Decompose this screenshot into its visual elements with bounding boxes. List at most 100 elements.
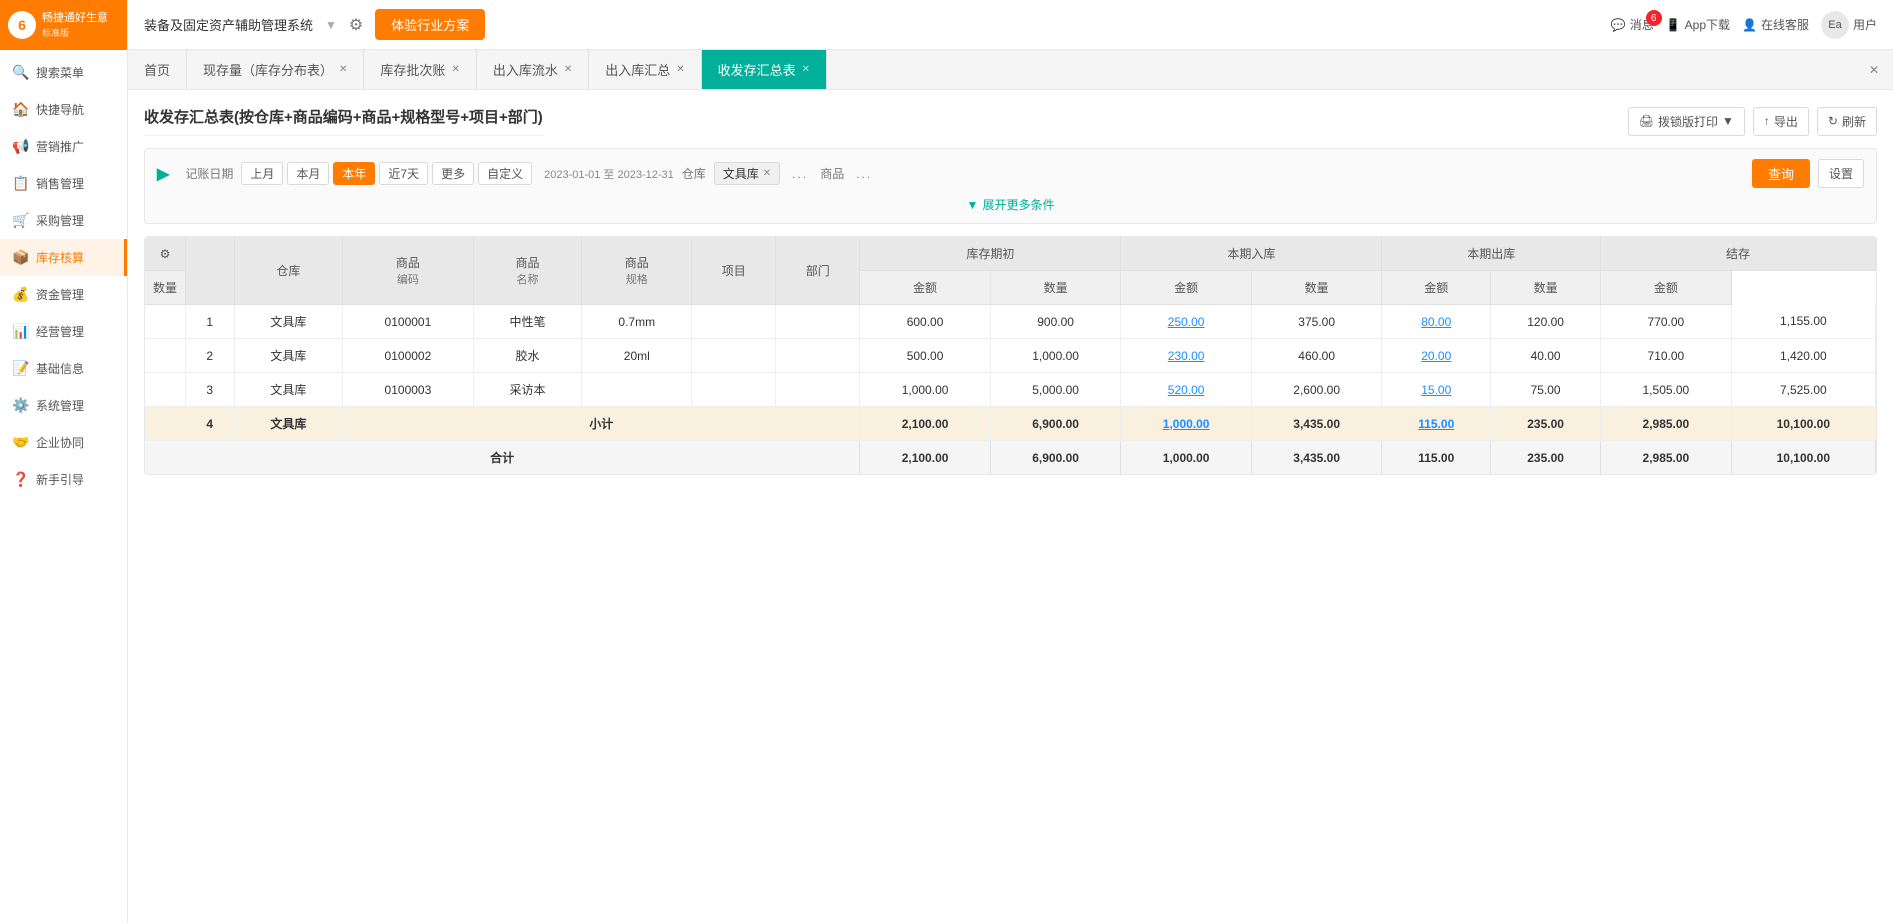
- row-name-cell: 胶水: [473, 339, 582, 373]
- sidebar-item-basic[interactable]: 📝基础信息: [0, 350, 127, 387]
- tab-batch-close-icon[interactable]: ✕: [451, 64, 459, 75]
- system-name: 装备及固定资产辅助管理系统: [144, 15, 313, 34]
- date-btn-custom[interactable]: 自定义: [478, 162, 532, 185]
- date-buttons: 上月 本月 本年 近7天 更多 自定义: [241, 162, 532, 185]
- warehouse-more-icon[interactable]: ...: [792, 167, 808, 181]
- tab-stock-dist[interactable]: 现存量（库存分布表） ✕: [187, 50, 364, 89]
- sidebar-item-enterprise[interactable]: 🤝企业协同: [0, 424, 127, 461]
- tab-inout-summary[interactable]: 出入库汇总 ✕: [589, 50, 701, 89]
- tab-stock-dist-close-icon[interactable]: ✕: [339, 64, 347, 75]
- tab-inout-flow-close-icon[interactable]: ✕: [564, 64, 572, 75]
- sidebar-item-system[interactable]: ⚙️系统管理: [0, 387, 127, 424]
- tab-inout-summary-close-icon[interactable]: ✕: [676, 64, 684, 75]
- goods-more-icon[interactable]: ...: [856, 167, 872, 181]
- row-out-qty-cell[interactable]: 15.00: [1382, 373, 1491, 407]
- tab-stock-summary[interactable]: 收发存汇总表 ✕: [702, 50, 827, 89]
- sidebar-item-search[interactable]: 🔍搜索菜单: [0, 54, 127, 91]
- row-in-qty-cell[interactable]: 230.00: [1121, 339, 1252, 373]
- tab-home[interactable]: 首页: [128, 50, 187, 89]
- sidebar-item-sales[interactable]: 📋销售管理: [0, 165, 127, 202]
- user-button[interactable]: Ea 用户: [1821, 11, 1877, 39]
- settings-button[interactable]: 设置: [1818, 159, 1864, 188]
- message-button[interactable]: 💬 消息 6: [1611, 16, 1654, 33]
- date-btn-this-year[interactable]: 本年: [333, 162, 375, 185]
- sidebar-item-finance[interactable]: 💰资金管理: [0, 276, 127, 313]
- refresh-button[interactable]: ↻ 刷新: [1817, 107, 1877, 136]
- tab-home-label: 首页: [144, 60, 170, 79]
- row-code-cell: 0100001: [343, 305, 474, 339]
- total-bal-qty: 2,985.00: [1601, 441, 1732, 475]
- print-dropdown-icon[interactable]: ▼: [1722, 114, 1734, 128]
- subtotal-init-amt-cell: 6,900.00: [990, 407, 1121, 441]
- query-button[interactable]: 查询: [1752, 159, 1810, 188]
- row-warehouse-cell: 文具库: [234, 339, 343, 373]
- warehouse-tag-close-icon[interactable]: ✕: [763, 168, 771, 179]
- row-settings-cell[interactable]: [145, 339, 186, 373]
- date-filter-label: 记账日期: [185, 165, 233, 182]
- row-out-amt-cell: 40.00: [1491, 339, 1601, 373]
- subtotal-init-qty-cell: 2,100.00: [860, 407, 991, 441]
- col-settings-header[interactable]: ⚙: [145, 237, 186, 271]
- close-all-tabs-button[interactable]: ✕: [1855, 53, 1893, 87]
- sidebar-item-label-inventory: 库存核算: [36, 249, 84, 266]
- date-btn-last-month[interactable]: 上月: [241, 162, 283, 185]
- col-init-amt-header: 金额: [860, 271, 991, 305]
- subtotal-bal-qty-cell: 2,985.00: [1601, 407, 1732, 441]
- row-project-cell: [692, 339, 776, 373]
- expand-more-conditions-button[interactable]: ▼ 展开更多条件: [967, 196, 1055, 213]
- subtotal-out-qty-cell[interactable]: 115.00: [1382, 407, 1491, 441]
- col-project-header: 项目: [692, 237, 776, 305]
- sidebar-item-marketing[interactable]: 📢营销推广: [0, 128, 127, 165]
- sidebar-nav: 🔍搜索菜单🏠快捷导航📢营销推广📋销售管理🛒采购管理📦库存核算💰资金管理📊经营管理…: [0, 50, 127, 923]
- trial-button[interactable]: 体验行业方案: [375, 9, 485, 40]
- row-in-amt-cell: 375.00: [1251, 305, 1382, 339]
- sidebar-item-guide[interactable]: ❓新手引导: [0, 461, 127, 498]
- col-in-amt-header: 金额: [1121, 271, 1252, 305]
- row-out-qty-cell[interactable]: 20.00: [1382, 339, 1491, 373]
- subtotal-num-cell: 4: [186, 407, 235, 441]
- date-btn-7days[interactable]: 近7天: [379, 162, 428, 185]
- sidebar-item-purchase[interactable]: 🛒采购管理: [0, 202, 127, 239]
- col-out-qty-header: 数量: [1251, 271, 1382, 305]
- col-bal-amt-header: 金额: [1601, 271, 1732, 305]
- filter-expand-arrow[interactable]: ▶: [157, 164, 169, 184]
- date-range-display: 2023-01-01 至 2023-12-31: [544, 166, 674, 182]
- sidebar-item-inventory[interactable]: 📦库存核算: [0, 239, 127, 276]
- col-out-header: 本期出库: [1382, 237, 1601, 271]
- table-row: 1 文具库 0100001 中性笔 0.7mm 600.00 900.00 25…: [145, 305, 1876, 339]
- settings-icon[interactable]: ⚙: [349, 15, 363, 35]
- subtotal-warehouse-cell: 文具库: [234, 407, 343, 441]
- sidebar-item-operation[interactable]: 📊经营管理: [0, 313, 127, 350]
- online-service-button[interactable]: 👤 在线客服: [1742, 16, 1809, 33]
- app-download-button[interactable]: 📱 App下载: [1666, 16, 1730, 33]
- row-warehouse-cell: 文具库: [234, 373, 343, 407]
- row-bal-qty-cell: 710.00: [1601, 339, 1732, 373]
- dropdown-arrow-icon[interactable]: ▼: [325, 18, 337, 32]
- tab-batch[interactable]: 库存批次账 ✕: [364, 50, 476, 89]
- date-btn-this-month[interactable]: 本月: [287, 162, 329, 185]
- basic-icon: 📝: [12, 360, 28, 377]
- row-in-qty-cell[interactable]: 520.00: [1121, 373, 1252, 407]
- row-init-qty-cell: 600.00: [860, 305, 991, 339]
- tab-inout-flow[interactable]: 出入库流水 ✕: [477, 50, 589, 89]
- data-table-wrapper: ⚙ 仓库 商品编码 商品名称 商品规格 项目 部门 库存期初 本期入库 本期出库…: [144, 236, 1877, 475]
- row-in-qty-cell[interactable]: 250.00: [1121, 305, 1252, 339]
- logo-icon: 6: [8, 11, 36, 39]
- subtotal-in-qty-cell[interactable]: 1,000.00: [1121, 407, 1252, 441]
- print-button[interactable]: 🖨 拨锁版打印 ▼: [1628, 107, 1745, 136]
- export-button[interactable]: ↑ 导出: [1753, 107, 1809, 136]
- row-name-cell: 采访本: [473, 373, 582, 407]
- enterprise-icon: 🤝: [12, 434, 28, 451]
- tab-stock-summary-close-icon[interactable]: ✕: [802, 64, 810, 75]
- row-settings-cell[interactable]: [145, 305, 186, 339]
- sidebar-item-quick[interactable]: 🏠快捷导航: [0, 91, 127, 128]
- subtotal-out-amt-cell: 235.00: [1491, 407, 1601, 441]
- warehouse-filter-tag: 文具库 ✕: [714, 162, 780, 185]
- print-icon: 🖨: [1639, 114, 1654, 128]
- col-in-qty-header: 数量: [990, 271, 1121, 305]
- row-spec-cell: 20ml: [582, 339, 692, 373]
- date-btn-more[interactable]: 更多: [432, 162, 474, 185]
- row-settings-cell[interactable]: [145, 373, 186, 407]
- row-out-qty-cell[interactable]: 80.00: [1382, 305, 1491, 339]
- row-num-cell: 2: [186, 339, 235, 373]
